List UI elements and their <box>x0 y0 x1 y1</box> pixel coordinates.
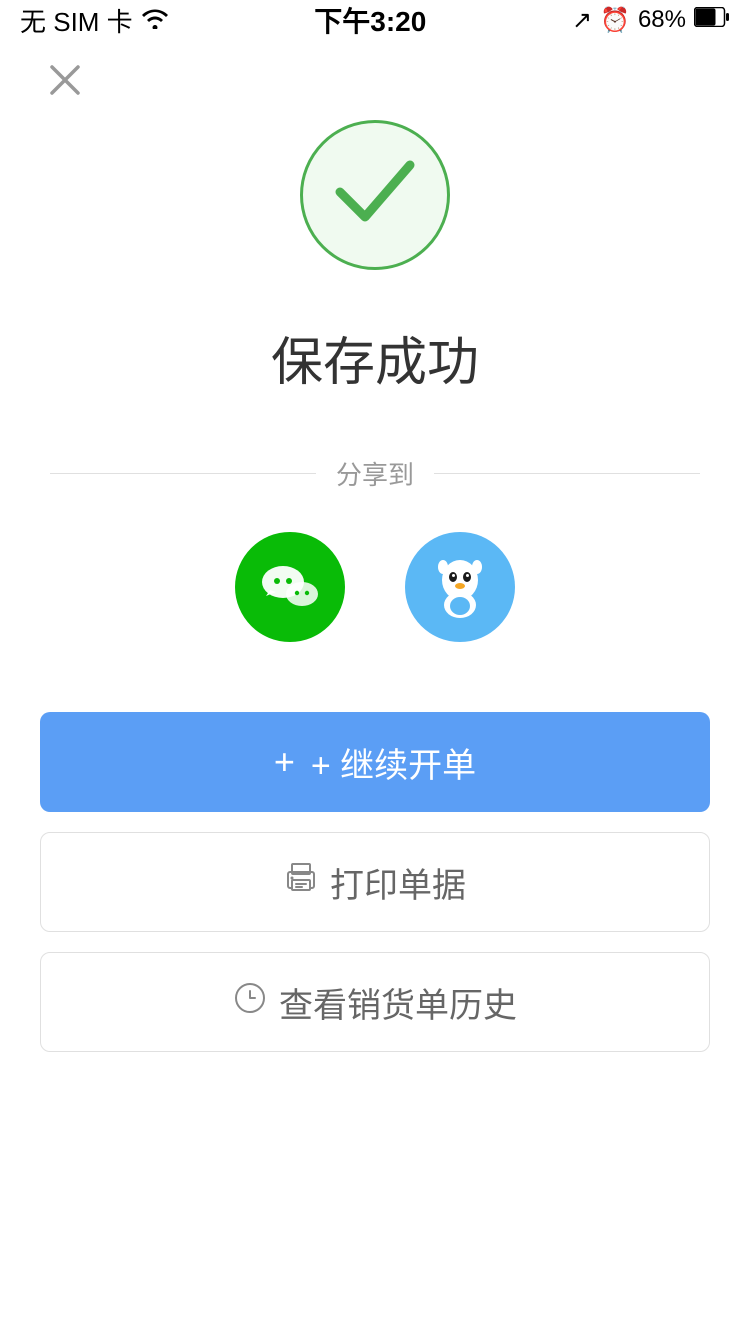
no-sim-label: 无 SIM 卡 <box>20 2 133 39</box>
status-right: ↗ ⏰ 68% <box>572 6 730 35</box>
checkmark-icon <box>335 155 415 235</box>
share-label: 分享到 <box>316 455 434 492</box>
print-label: 打印单据 <box>330 858 466 907</box>
history-button[interactable]: 查看销货单历史 <box>40 952 710 1052</box>
share-divider: 分享到 <box>0 455 750 492</box>
status-time: 下午3:20 <box>314 0 426 40</box>
status-bar: 无 SIM 卡 下午3:20 ↗ ⏰ 68% <box>0 0 750 40</box>
divider-line-left <box>50 473 316 474</box>
alarm-icon: ⏰ <box>600 6 630 35</box>
continue-label: + 继续开单 <box>311 738 476 787</box>
wifi-icon <box>141 5 169 36</box>
battery-percent: 68% <box>638 6 686 34</box>
share-icons-row <box>235 532 515 642</box>
success-title: 保存成功 <box>271 320 479 395</box>
battery-icon <box>694 6 730 34</box>
plus-icon: + <box>274 741 295 783</box>
qq-share-button[interactable] <box>405 532 515 642</box>
success-icon-circle <box>300 120 450 270</box>
action-buttons: + + 继续开单 打印单据 <box>0 712 750 1052</box>
close-button[interactable] <box>40 55 90 105</box>
print-icon <box>284 862 318 903</box>
wechat-share-button[interactable] <box>235 532 345 642</box>
location-icon: ↗ <box>572 6 592 35</box>
history-label: 查看销货单历史 <box>279 978 517 1027</box>
continue-button[interactable]: + + 继续开单 <box>40 712 710 812</box>
divider-line-right <box>434 473 700 474</box>
main-content: 保存成功 分享到 <box>0 40 750 1052</box>
print-button[interactable]: 打印单据 <box>40 832 710 932</box>
status-left: 无 SIM 卡 <box>20 2 169 39</box>
history-icon <box>233 981 267 1024</box>
